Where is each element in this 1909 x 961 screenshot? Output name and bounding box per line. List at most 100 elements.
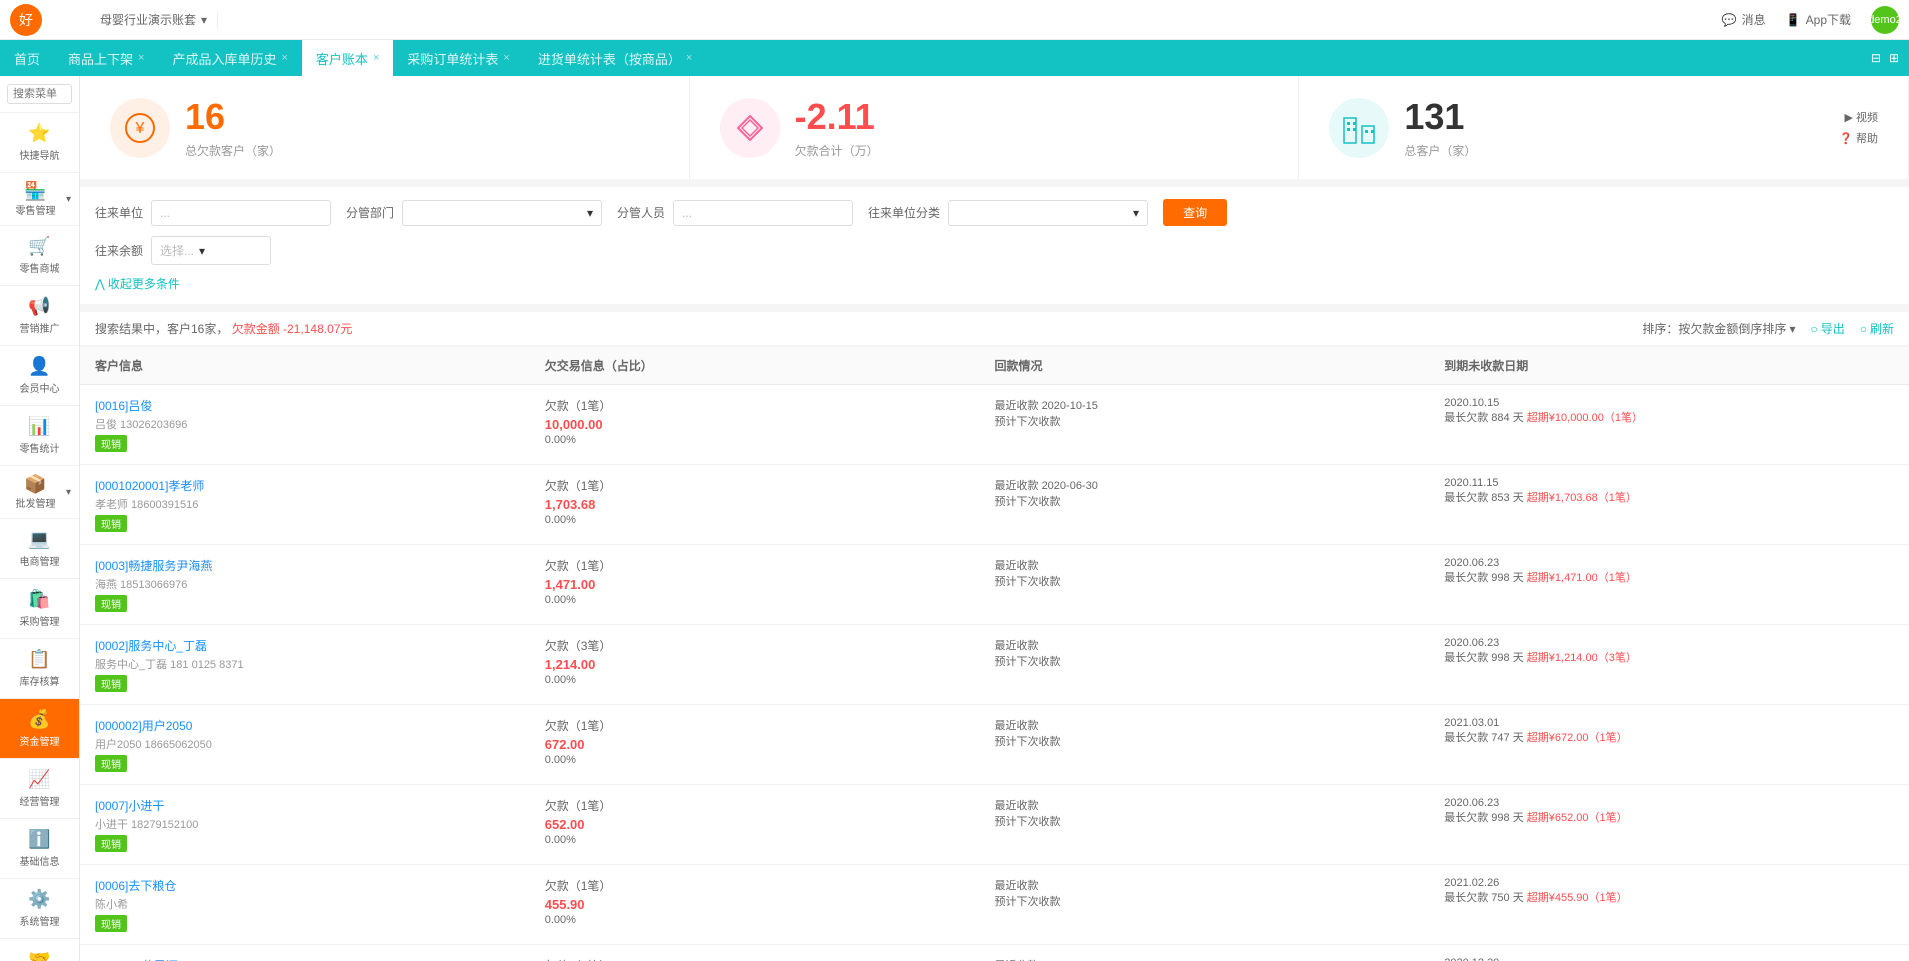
tab-purchase-order[interactable]: 采购订单统计表 × <box>393 40 523 76</box>
table-row: [0007]小进干 小进干 18279152100 现销 欠款（1笔） 652.… <box>80 785 1909 865</box>
classify-select[interactable]: ▾ <box>948 200 1148 226</box>
results-info: 搜索结果中，客户16家， 欠款金额 -21,148.07元 <box>95 320 352 337</box>
user-menu[interactable]: demo2 <box>1871 6 1899 34</box>
sidebar-item-system[interactable]: ⚙️ 系统管理 <box>0 879 79 939</box>
chevron-down-icon: ▾ <box>587 206 593 220</box>
sidebar-item-basic-info[interactable]: ℹ️ 基础信息 <box>0 819 79 879</box>
svg-text:¥: ¥ <box>135 120 145 137</box>
sidebar-item-inventory[interactable]: 📋 库存核算 <box>0 639 79 699</box>
sidebar-item-label: 基础信息 <box>20 853 60 868</box>
overdue-amount-link[interactable]: 超期¥1,214.00（3笔） <box>1527 652 1637 664</box>
recover-info-cell: 最近收款 预计下次收款 <box>995 877 1445 909</box>
export-button[interactable]: ○ 导出 <box>1810 320 1844 337</box>
overdue-amount-link[interactable]: 超期¥455.90（1笔） <box>1527 892 1628 904</box>
sidebar-item-batch-mgmt[interactable]: 📦 批发管理 ▾ <box>0 466 79 519</box>
sidebar-item-retail-stats[interactable]: 📊 零售统计 <box>0 406 79 466</box>
close-icon[interactable]: × <box>686 52 692 64</box>
overdue-amount-link[interactable]: 超期¥1,703.68（1笔） <box>1527 492 1637 504</box>
refresh-button[interactable]: ○ 刷新 <box>1860 320 1894 337</box>
message-btn[interactable]: 💬 消息 <box>1722 11 1766 28</box>
chevron-down-icon: ▾ <box>1789 322 1795 336</box>
query-button[interactable]: 查询 <box>1163 199 1227 226</box>
due-date: 2020.11.15 <box>1444 477 1894 489</box>
sidebar-item-member[interactable]: 👤 会员中心 <box>0 346 79 406</box>
tab-home[interactable]: 首页 <box>0 40 54 76</box>
debt-info-cell: 欠款（1笔） 455.90 0.00% <box>545 877 995 926</box>
chevron-down-icon: ▾ <box>201 13 207 27</box>
tab-product-off[interactable]: 商品上下架 × <box>54 40 158 76</box>
recover-info-cell: 最近收款 预计下次收款 <box>995 957 1445 961</box>
debt-amount: 1,471.00 <box>545 577 995 592</box>
top-right: 💬 消息 📱 App下载 demo2 <box>1722 6 1899 34</box>
customer-name-link[interactable]: [0016]吕俊 <box>95 399 152 413</box>
tab-product-history[interactable]: 产成品入库单历史 × <box>158 40 301 76</box>
avatar: demo2 <box>1871 6 1899 34</box>
company-selector[interactable]: 母婴行业演示账套 ▾ <box>90 11 218 28</box>
customer-name-link[interactable]: [0006]去下粮仓 <box>95 879 176 893</box>
debt-info-cell: 欠款（3笔） 1,214.00 0.00% <box>545 637 995 686</box>
next-collect: 预计下次收款 <box>995 733 1445 749</box>
stat-info-3: 131 总客户（家） <box>1404 96 1476 159</box>
stat-info-1: 16 总欠款客户（家） <box>185 96 281 159</box>
help-link[interactable]: ❓ 帮助 <box>1839 130 1878 146</box>
results-summary: 搜索结果中，客户16家 <box>95 322 216 336</box>
tab-purchase-stats[interactable]: 进货单统计表（按商品） × <box>524 40 706 76</box>
header-recover: 回款情况 <box>995 357 1445 374</box>
customer-name-link[interactable]: [000002]用户2050 <box>95 719 192 733</box>
debt-amount: 652.00 <box>545 817 995 832</box>
overdue-days: 最长欠款 747 天 <box>1444 732 1523 744</box>
overdue-amount-link[interactable]: 超期¥652.00（1笔） <box>1527 812 1628 824</box>
customer-name-link[interactable]: [0002]服务中心_丁磊 <box>95 639 207 653</box>
customer-tag: 现销 <box>95 515 127 532</box>
sidebar-item-quick-nav[interactable]: ⭐ 快捷导航 <box>0 113 79 173</box>
sidebar-item-ecommerce[interactable]: 💻 电商管理 <box>0 519 79 579</box>
balance-select[interactable]: 选择... ▾ <box>151 236 271 265</box>
debt-ratio: 0.00% <box>545 514 995 526</box>
close-icon[interactable]: × <box>281 52 287 64</box>
customer-name-link[interactable]: [0003]畅捷服务尹海燕 <box>95 559 212 573</box>
due-date: 2020.06.23 <box>1444 797 1894 809</box>
sidebar-item-retail-mall[interactable]: 🛒 零售商城 <box>0 226 79 286</box>
customer-name-link[interactable]: [0001020001]孝老师 <box>95 479 204 493</box>
sidebar-item-finance[interactable]: 💰 资金管理 <box>0 699 79 759</box>
dept-select[interactable]: ▾ <box>402 200 602 226</box>
refresh-icon: ○ <box>1860 322 1867 336</box>
help-link-label: 帮助 <box>1856 130 1878 146</box>
tab-label: 商品上下架 <box>68 49 133 68</box>
collapse-button[interactable]: ⋀ 收起更多条件 <box>95 275 1894 292</box>
next-collect: 预计下次收款 <box>995 573 1445 589</box>
app-label: App下载 <box>1806 11 1851 28</box>
overdue-amount-link[interactable]: 超期¥10,000.00（1笔） <box>1527 412 1643 424</box>
overdue-amount-link[interactable]: 超期¥672.00（1笔） <box>1527 732 1628 744</box>
user-icon: 👤 <box>28 356 50 377</box>
message-icon: 💬 <box>1722 13 1737 27</box>
tab-customer-account[interactable]: 客户账本 × <box>302 40 393 76</box>
sidebar-item-retail-mgmt[interactable]: 🏪 零售管理 ▾ <box>0 173 79 226</box>
overdue-amount-link[interactable]: 超期¥1,471.00（1笔） <box>1527 572 1637 584</box>
maximize-icon[interactable]: ⊞ <box>1889 51 1899 65</box>
overdue-days: 最长欠款 998 天 <box>1444 812 1523 824</box>
sidebar-item-purchase[interactable]: 🛍️ 采购管理 <box>0 579 79 639</box>
nav-tabs: 首页 商品上下架 × 产成品入库单历史 × 客户账本 × 采购订单统计表 × 进… <box>0 40 1909 76</box>
customer-contact: 服务中心_丁磊 181 0125 8371 <box>95 656 545 672</box>
sort-selector[interactable]: 排序：按欠款金额倒序排序 ▾ <box>1642 320 1795 337</box>
close-icon[interactable]: × <box>138 52 144 64</box>
unit-input[interactable]: ... <box>151 200 331 226</box>
sidebar-item-marketing[interactable]: 📢 营销推广 <box>0 286 79 346</box>
latest-collect-label: 最近收款 <box>995 560 1039 572</box>
customer-name-link[interactable]: [0007]小进干 <box>95 799 164 813</box>
sidebar-item-label: 会员中心 <box>20 380 60 395</box>
search-input[interactable] <box>7 84 72 104</box>
handshake-icon: 🤝 <box>28 949 50 961</box>
person-input[interactable]: ... <box>673 200 853 226</box>
minimize-icon[interactable]: ⊟ <box>1871 51 1881 65</box>
app-download-btn[interactable]: 📱 App下载 <box>1786 11 1851 28</box>
recover-info-cell: 最近收款 2020-06-30 预计下次收款 <box>995 477 1445 509</box>
video-link[interactable]: ▶ 视频 <box>1845 109 1878 125</box>
sidebar-item-operation[interactable]: 📈 经营管理 <box>0 759 79 819</box>
sidebar-item-enterprise[interactable]: 🤝 企业协同 <box>0 939 79 961</box>
close-icon[interactable]: × <box>503 52 509 64</box>
customer-info-cell: [0002]服务中心_丁磊 服务中心_丁磊 181 0125 8371 现销 <box>95 637 545 692</box>
close-icon[interactable]: × <box>373 52 379 64</box>
due-info-cell: 2020.11.15 最长欠款 853 天 超期¥1,703.68（1笔） <box>1444 477 1894 505</box>
